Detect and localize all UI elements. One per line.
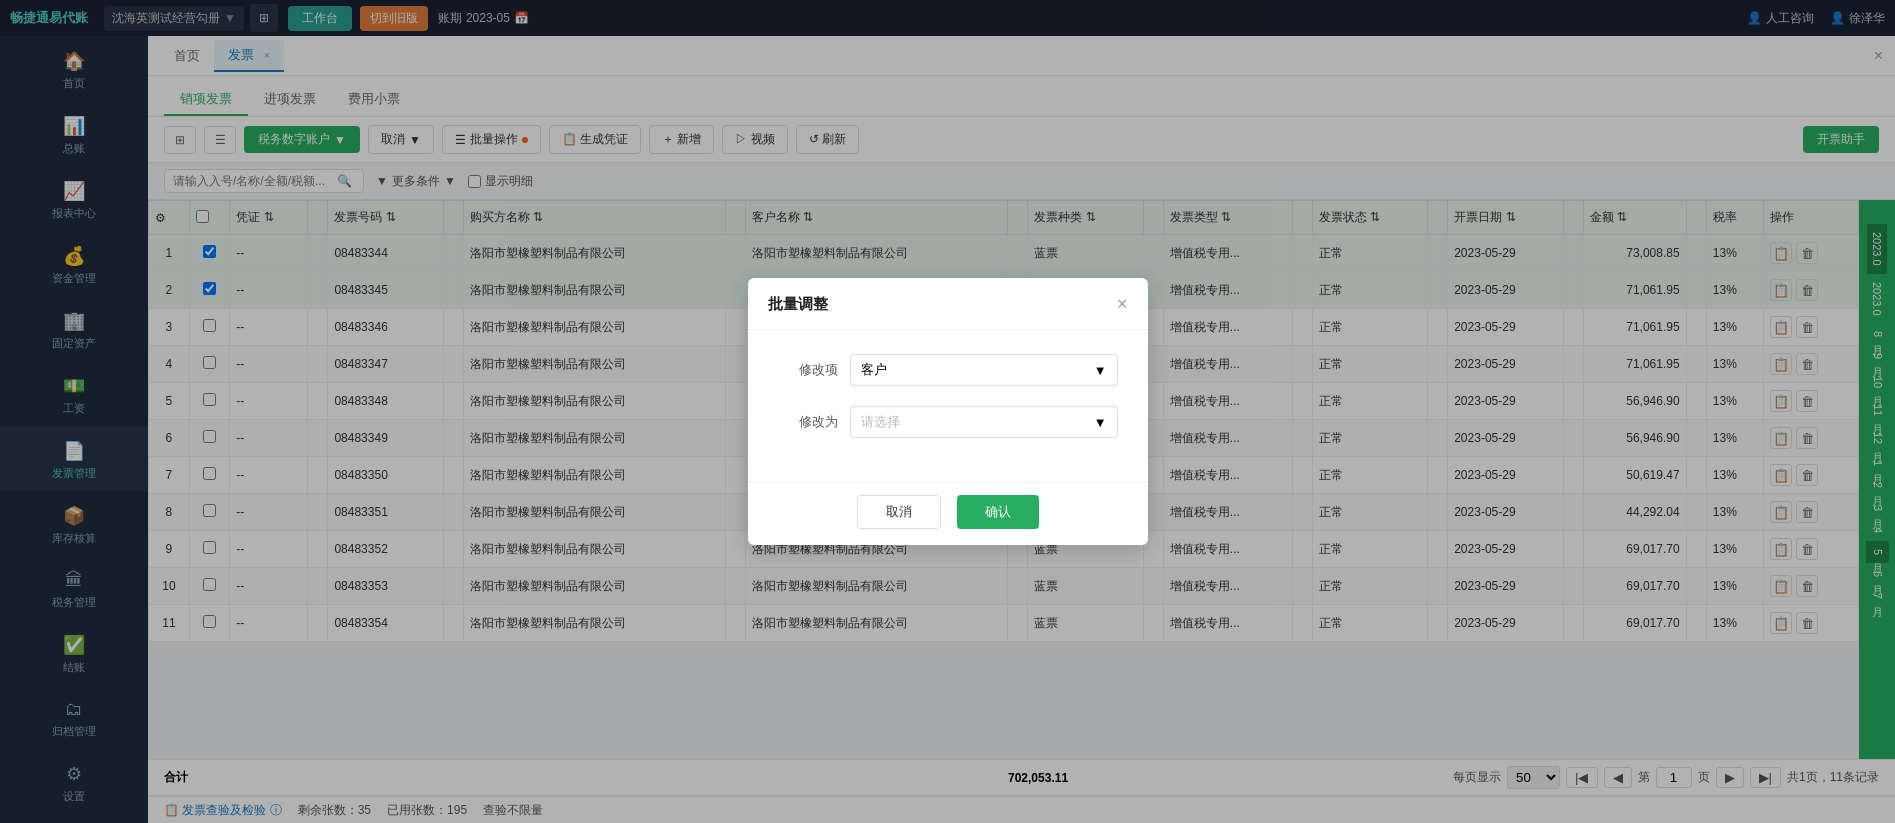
change-placeholder: 请选择: [861, 413, 900, 431]
field-dropdown-icon: ▼: [1094, 363, 1107, 378]
change-select[interactable]: 请选择 ▼: [850, 406, 1118, 438]
modal-body: 修改项 客户 ▼ 修改为 请选择 ▼: [748, 330, 1148, 482]
field-select[interactable]: 客户 ▼: [850, 354, 1118, 386]
change-label: 修改为: [778, 413, 838, 431]
change-dropdown-icon: ▼: [1094, 415, 1107, 430]
modal-close-btn[interactable]: ×: [1117, 294, 1128, 315]
field-value: 客户: [861, 361, 887, 379]
modal-header: 批量调整 ×: [748, 278, 1148, 330]
modal-overlay: 批量调整 × 修改项 客户 ▼ 修改为 请选择 ▼ 取消 确认: [0, 0, 1895, 823]
modal-confirm-btn[interactable]: 确认: [957, 495, 1039, 529]
modal-cancel-btn[interactable]: 取消: [857, 495, 941, 529]
modal-title: 批量调整: [768, 295, 828, 314]
modal-field-row: 修改项 客户 ▼: [778, 354, 1118, 386]
field-label: 修改项: [778, 361, 838, 379]
modal-footer: 取消 确认: [748, 482, 1148, 545]
batch-adjust-modal: 批量调整 × 修改项 客户 ▼ 修改为 请选择 ▼ 取消 确认: [748, 278, 1148, 545]
modal-change-row: 修改为 请选择 ▼: [778, 406, 1118, 438]
